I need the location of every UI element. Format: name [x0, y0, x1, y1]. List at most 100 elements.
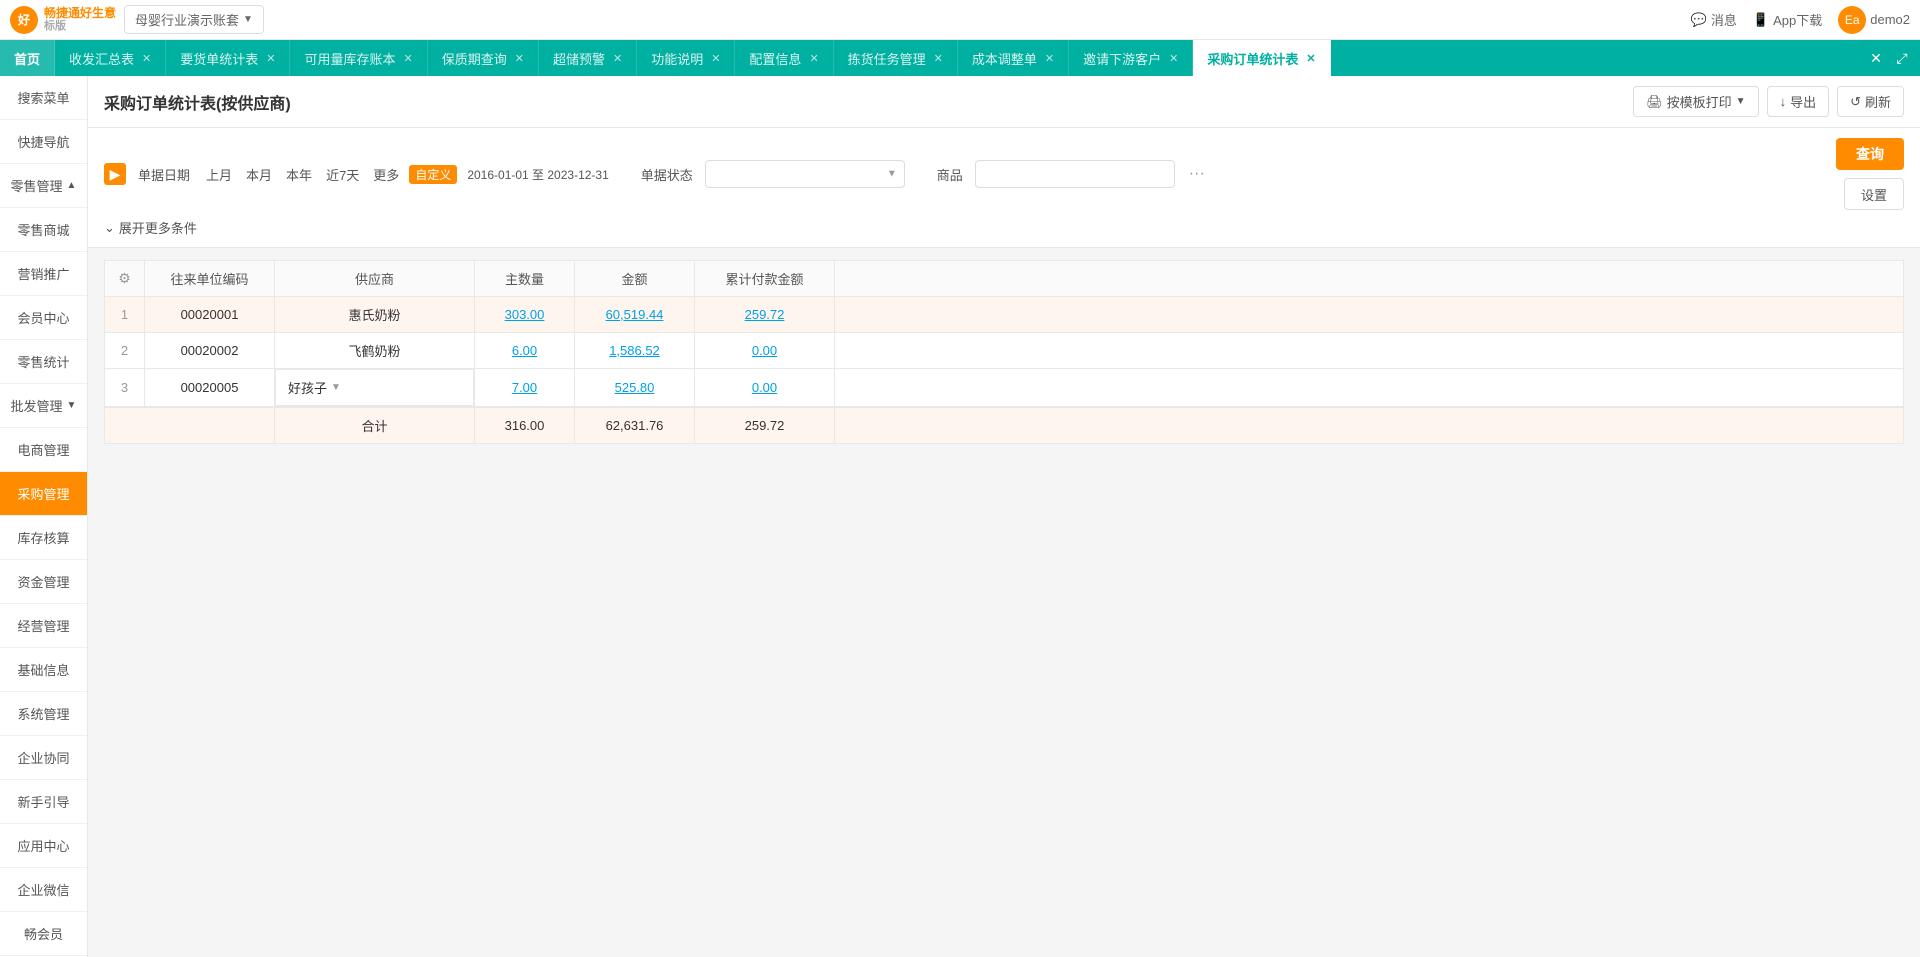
sidebar-item-retail[interactable]: 零售管理 ▲	[0, 164, 87, 208]
tab-chaochuyujing[interactable]: 超储预警 ✕	[539, 40, 637, 76]
tab-maximize-button[interactable]: ⤢	[1890, 46, 1914, 70]
col-header-checkbox: ⚙	[105, 261, 145, 297]
app-icon: 📱	[1753, 12, 1769, 28]
tab-close-paihuorenwu[interactable]: ✕	[934, 52, 943, 65]
footer-label-text: 合计	[275, 407, 475, 444]
sidebar-item-purchase[interactable]: 采购管理	[0, 472, 87, 516]
sidebar-item-enterprise[interactable]: 企业协同	[0, 736, 87, 780]
cell-supplier-2: 飞鹤奶粉	[275, 333, 475, 369]
tab-nav: 首页 收发汇总表 ✕ 要货单统计表 ✕ 可用量库存账本 ✕ 保质期查询 ✕ 超储…	[0, 40, 1920, 76]
cell-qty-1: 303.00	[475, 297, 575, 333]
sidebar-item-finance[interactable]: 资金管理	[0, 560, 87, 604]
tab-paihuorenwu[interactable]: 拣货任务管理 ✕	[834, 40, 958, 76]
tab-close-keyongliang[interactable]: ✕	[404, 52, 413, 65]
user-avatar[interactable]: Ea demo2	[1838, 6, 1910, 34]
logo-text: 畅捷通好生意 标版	[44, 6, 116, 34]
tab-chengbentj[interactable]: 成本调整单 ✕	[958, 40, 1069, 76]
more-filter-icon[interactable]: ···	[1189, 165, 1205, 183]
sidebar-item-operations[interactable]: 经营管理	[0, 604, 87, 648]
col-header-amount: 金额	[575, 261, 695, 297]
tab-close-yaohuodantj[interactable]: ✕	[266, 52, 275, 65]
tab-home[interactable]: 首页	[0, 40, 55, 76]
top-bar-left: 好 畅捷通好生意 标版 母婴行业演示账套 ▼	[10, 5, 264, 34]
sidebar-item-search[interactable]: 搜索菜单	[0, 76, 87, 120]
status-select[interactable]	[705, 160, 905, 188]
data-table: ⚙ 往来单位编码 供应商 主数量 金额 累计付款金额 1 000200	[104, 260, 1904, 444]
workspace-selector[interactable]: 母婴行业演示账套 ▼	[124, 5, 264, 34]
sidebar-item-system[interactable]: 系统管理	[0, 692, 87, 736]
print-icon: 🖨	[1646, 94, 1663, 110]
date-range-display: 2016-01-01 至 2023-12-31	[467, 166, 608, 183]
cell-paid-2: 0.00	[695, 333, 835, 369]
col-header-supplier: 供应商	[275, 261, 475, 297]
sidebar-item-wechat[interactable]: 企业微信	[0, 868, 87, 912]
tab-keyongliang[interactable]: 可用量库存账本 ✕	[290, 40, 427, 76]
page-actions: 🖨 按模板打印 ▼ ↓ 导出 ↺ 刷新	[1633, 86, 1904, 117]
refresh-button[interactable]: ↺ 刷新	[1837, 86, 1904, 117]
page-header: 采购订单统计表(按供应商) 🖨 按模板打印 ▼ ↓ 导出 ↺ 刷新	[88, 76, 1920, 128]
tab-shoufahuiyi[interactable]: 收发汇总表 ✕	[55, 40, 166, 76]
shortcut-7days[interactable]: 近7天	[322, 163, 363, 186]
sidebar-item-basic[interactable]: 基础信息	[0, 648, 87, 692]
main-layout: 搜索菜单 快捷导航 零售管理 ▲ 零售商城 营销推广 会员中心 零售统计 批发管…	[0, 76, 1920, 957]
footer-qty: 316.00	[475, 407, 575, 444]
shortcut-this-month[interactable]: 本月	[242, 163, 276, 186]
sidebar-item-retail-mall[interactable]: 零售商城	[0, 208, 87, 252]
content-area: 采购订单统计表(按供应商) 🖨 按模板打印 ▼ ↓ 导出 ↺ 刷新	[88, 76, 1920, 957]
sidebar-item-newguide[interactable]: 新手引导	[0, 780, 87, 824]
tab-close-shoufahuiyi[interactable]: ✕	[142, 52, 151, 65]
chevron-down-icon: ▼	[67, 400, 77, 411]
tab-close-baochanqicha[interactable]: ✕	[515, 52, 524, 65]
sidebar-item-wholesale[interactable]: 批发管理 ▼	[0, 384, 87, 428]
sidebar-item-member[interactable]: 会员中心	[0, 296, 87, 340]
filter-row-1: ▶ 单据日期 上月 本月 本年 近7天 更多 自定义 2016-01-01 至 …	[104, 138, 1904, 210]
query-button[interactable]: 查询	[1836, 138, 1904, 170]
custom-date-tag[interactable]: 自定义	[409, 165, 457, 184]
export-button[interactable]: ↓ 导出	[1767, 86, 1830, 117]
tab-close-chaochuyujing[interactable]: ✕	[613, 52, 622, 65]
tab-yaoqingxiayou[interactable]: 邀请下游客户 ✕	[1069, 40, 1193, 76]
tab-gongnengshuo[interactable]: 功能说明 ✕	[637, 40, 735, 76]
app-download-button[interactable]: 📱 App下载	[1753, 10, 1822, 29]
col-header-extra	[835, 261, 1904, 297]
tab-close-gongnengshuo[interactable]: ✕	[711, 52, 720, 65]
shortcut-this-year[interactable]: 本年	[282, 163, 316, 186]
setting-button[interactable]: 设置	[1844, 178, 1904, 210]
sidebar-item-member2[interactable]: 畅会员	[0, 912, 87, 956]
shortcut-more[interactable]: 更多	[369, 163, 403, 186]
message-button[interactable]: 💬 消息	[1691, 10, 1737, 29]
tab-baochanqicha[interactable]: 保质期查询 ✕	[428, 40, 539, 76]
message-icon: 💬	[1691, 12, 1707, 28]
sidebar-item-appcenter[interactable]: 应用中心	[0, 824, 87, 868]
cell-amount-3: 525.80	[575, 369, 695, 408]
sidebar-item-retail-stat[interactable]: 零售统计	[0, 340, 87, 384]
refresh-icon: ↺	[1850, 94, 1861, 110]
chevron-up-icon: ▲	[67, 180, 77, 191]
shortcut-last-month[interactable]: 上月	[202, 163, 236, 186]
goods-input[interactable]	[975, 160, 1175, 188]
sidebar-item-marketing[interactable]: 营销推广	[0, 252, 87, 296]
status-label: 单据状态	[641, 165, 693, 184]
filter-toggle-button[interactable]: ▶	[104, 163, 126, 185]
cell-extra-3	[835, 369, 1904, 408]
gear-icon[interactable]: ⚙	[118, 270, 131, 287]
print-button[interactable]: 🖨 按模板打印 ▼	[1633, 86, 1758, 117]
tab-caigoudant[interactable]: 采购订单统计表 ✕	[1193, 40, 1330, 76]
tab-close-yaoqingxiayou[interactable]: ✕	[1169, 52, 1178, 65]
tab-close-chengbentj[interactable]: ✕	[1045, 52, 1054, 65]
date-shortcuts: 上月 本月 本年 近7天 更多 自定义 2016-01-01 至 2023-12…	[202, 163, 609, 186]
table-row: 1 00020001 惠氏奶粉 303.00 60,519.44 259.72	[105, 297, 1904, 333]
tab-peizhi[interactable]: 配置信息 ✕	[735, 40, 833, 76]
sidebar-item-shortcut[interactable]: 快捷导航	[0, 120, 87, 164]
logo-icon: 好	[10, 6, 38, 34]
sidebar-item-ecommerce[interactable]: 电商管理	[0, 428, 87, 472]
tab-yaohuodantj[interactable]: 要货单统计表 ✕	[166, 40, 290, 76]
tab-close-peizhi[interactable]: ✕	[809, 52, 818, 65]
tab-close-caigoudant[interactable]: ✕	[1306, 52, 1315, 65]
tab-close-all-button[interactable]: ✕	[1864, 46, 1888, 70]
table-footer-row: 合计 316.00 62,631.76 259.72	[105, 407, 1904, 444]
filter-expand-button[interactable]: ⌄ 展开更多条件	[104, 218, 1904, 237]
footer-amount: 62,631.76	[575, 407, 695, 444]
sidebar-item-inventory[interactable]: 库存核算	[0, 516, 87, 560]
cell-amount-2: 1,586.52	[575, 333, 695, 369]
